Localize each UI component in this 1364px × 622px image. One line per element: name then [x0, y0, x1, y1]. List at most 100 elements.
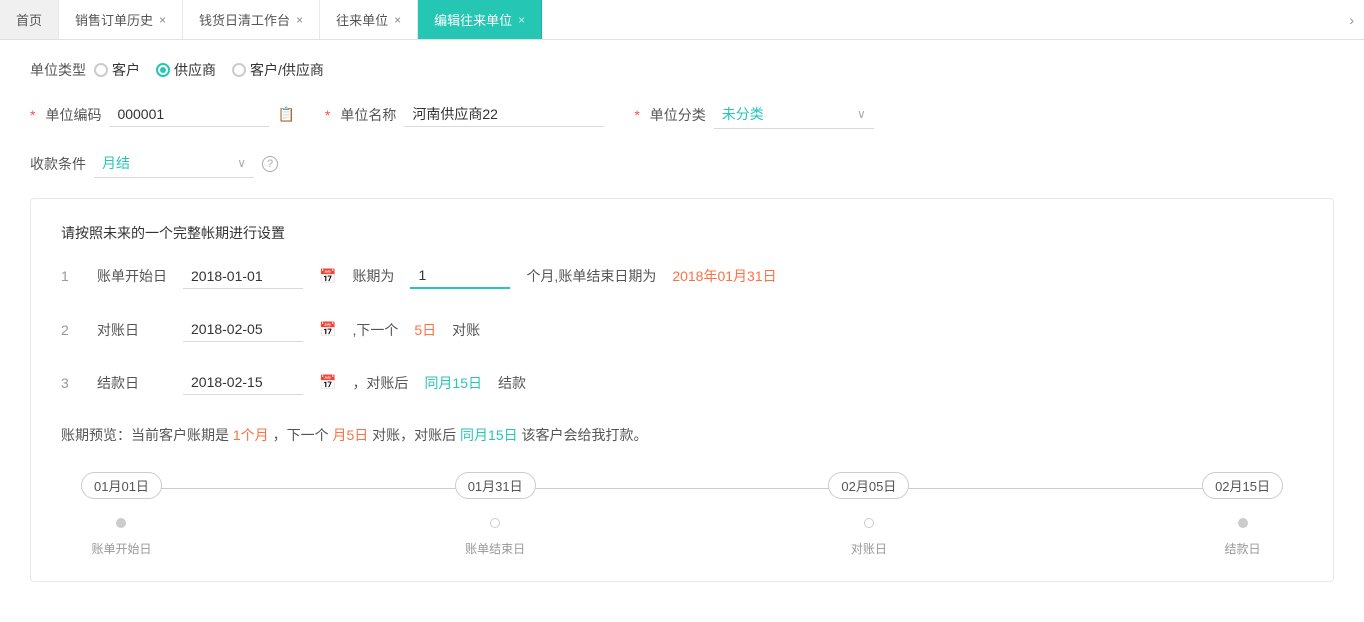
- preview-part3: 同月15日: [460, 427, 518, 443]
- unit-type-label: 单位类型: [30, 60, 86, 80]
- period-input[interactable]: [410, 263, 510, 289]
- tab-bar: 首页 销售订单历史 × 钱货日清工作台 × 往来单位 × 编辑往来单位 × ›: [0, 0, 1364, 40]
- suffix-text-1: 账期为: [352, 266, 394, 286]
- unit-category-value: 未分类: [722, 104, 853, 124]
- tab-cash-ledger[interactable]: 钱货日清工作台 ×: [183, 0, 320, 39]
- timeline-point-3: 02月05日 对账日: [828, 472, 909, 557]
- preview-part2: 月5日: [332, 427, 368, 443]
- radio-supplier-label: 供应商: [174, 60, 216, 80]
- unit-code-star: *: [30, 107, 35, 123]
- timeline-badge-3: 02月05日: [828, 472, 909, 499]
- timeline-label-2: 账单结束日: [465, 540, 525, 557]
- timeline-label-3: 对账日: [851, 540, 887, 557]
- period-end-date: 2018年01月31日: [672, 266, 776, 286]
- timeline-points: 01月01日 账单开始日 01月31日 账单结束日 02月05日 对账日 02月…: [81, 472, 1283, 557]
- tab-sales-history[interactable]: 销售订单历史 ×: [59, 0, 183, 39]
- unit-info-row: * 单位编码 📋 * 单位名称 * 单位分类 未分类 ∨: [30, 100, 1334, 129]
- unit-name-input[interactable]: [404, 102, 604, 127]
- row2-highlight: 5日: [414, 320, 436, 340]
- radio-both-label: 客户/供应商: [250, 60, 324, 80]
- tab-cash-ledger-label: 钱货日清工作台: [199, 10, 290, 29]
- settings-title: 请按照未来的一个完整帐期进行设置: [61, 223, 1303, 243]
- unit-code-group: * 单位编码 📋: [30, 102, 295, 127]
- setting-name-2: 对账日: [97, 320, 167, 340]
- timeline-badge-2: 01月31日: [455, 472, 536, 499]
- unit-name-label: 单位名称: [340, 105, 396, 125]
- radio-both-circle: [232, 63, 246, 77]
- radio-customer[interactable]: 客户: [94, 60, 140, 80]
- payment-terms-value: 月结: [102, 153, 233, 173]
- preview-label: 账期预览：当前客户账期是: [61, 427, 229, 443]
- tab-partners[interactable]: 往来单位 ×: [320, 0, 418, 39]
- timeline-dot-3: [864, 518, 874, 528]
- radio-group: 客户 供应商 客户/供应商: [94, 60, 324, 80]
- row3-highlight: 同月15日: [424, 373, 482, 393]
- radio-both[interactable]: 客户/供应商: [232, 60, 324, 80]
- settings-box: 请按照未来的一个完整帐期进行设置 1 账单开始日 📅 账期为 个月,账单结束日期…: [30, 198, 1334, 582]
- date-icon-3[interactable]: 📅: [319, 374, 336, 391]
- tab-home-label: 首页: [16, 10, 42, 29]
- payment-terms-arrow: ∨: [237, 156, 246, 170]
- tab-sales-history-close[interactable]: ×: [159, 13, 166, 27]
- unit-category-star: *: [634, 107, 639, 123]
- setting-index-1: 1: [61, 268, 81, 284]
- setting-index-2: 2: [61, 322, 81, 338]
- setting-row-3: 3 结款日 📅 ，对账后 同月15日 结款: [61, 370, 1303, 395]
- unit-category-label: 单位分类: [650, 105, 706, 125]
- tab-edit-partner-label: 编辑往来单位: [434, 10, 512, 29]
- preview-sep2: 对账，对账后: [372, 427, 456, 443]
- date-input-3[interactable]: [183, 370, 303, 395]
- timeline-dot-4: [1238, 518, 1248, 528]
- radio-supplier[interactable]: 供应商: [156, 60, 216, 80]
- timeline-badge-4: 02月15日: [1202, 472, 1283, 499]
- row3-prefix: ，对账后: [352, 373, 408, 393]
- date-input-2[interactable]: [183, 317, 303, 342]
- payment-terms-group: 收款条件 月结 ∨ ?: [30, 149, 278, 178]
- unit-name-group: * 单位名称: [325, 102, 604, 127]
- tab-partners-label: 往来单位: [336, 10, 388, 29]
- tab-partners-close[interactable]: ×: [394, 13, 401, 27]
- setting-name-1: 账单开始日: [97, 266, 167, 286]
- payment-terms-label: 收款条件: [30, 154, 86, 174]
- setting-index-3: 3: [61, 375, 81, 391]
- row2-prefix: ,下一个: [352, 320, 398, 340]
- setting-name-3: 结款日: [97, 373, 167, 393]
- timeline-point-2: 01月31日 账单结束日: [455, 472, 536, 557]
- unit-category-select[interactable]: 未分类 ∨: [714, 100, 874, 129]
- date-icon-1[interactable]: 📅: [319, 268, 336, 285]
- preview-text: 账期预览：当前客户账期是 1个月 ，下一个 月5日 对账，对账后 同月15日 该…: [61, 423, 1303, 448]
- timeline-label-1: 账单开始日: [91, 540, 151, 557]
- setting-row-1: 1 账单开始日 📅 账期为 个月,账单结束日期为 2018年01月31日: [61, 263, 1303, 289]
- timeline: 01月01日 账单开始日 01月31日 账单结束日 02月05日 对账日 02月…: [61, 472, 1303, 557]
- unit-code-label: 单位编码: [45, 105, 101, 125]
- tab-edit-partner[interactable]: 编辑往来单位 ×: [418, 0, 542, 39]
- radio-customer-label: 客户: [112, 60, 140, 80]
- date-input-1[interactable]: [183, 264, 303, 289]
- payment-terms-help[interactable]: ?: [262, 156, 278, 172]
- setting-row-2: 2 对账日 📅 ,下一个 5日 对账: [61, 317, 1303, 342]
- date-icon-2[interactable]: 📅: [319, 321, 336, 338]
- timeline-point-4: 02月15日 结款日: [1202, 472, 1283, 557]
- period-unit-1: 个月,账单结束日期为: [526, 266, 656, 286]
- tab-home[interactable]: 首页: [0, 0, 59, 39]
- unit-name-star: *: [325, 107, 330, 123]
- preview-part1: 1个月: [233, 427, 269, 443]
- payment-terms-row: 收款条件 月结 ∨ ?: [30, 149, 1334, 178]
- timeline-badge-1: 01月01日: [81, 472, 162, 499]
- unit-type-row: 单位类型 客户 供应商 客户/供应商: [30, 60, 1334, 80]
- timeline-label-4: 结款日: [1225, 540, 1261, 557]
- main-content: 单位类型 客户 供应商 客户/供应商 * 单位编码: [0, 40, 1364, 622]
- unit-code-icon[interactable]: 📋: [277, 106, 294, 123]
- tab-nav-arrow[interactable]: ›: [1339, 0, 1364, 39]
- unit-category-arrow: ∨: [857, 107, 866, 121]
- tab-sales-history-label: 销售订单历史: [75, 10, 153, 29]
- timeline-dot-1: [116, 518, 126, 528]
- preview-suffix: 该客户会给我打款。: [522, 427, 648, 443]
- unit-code-input[interactable]: [109, 102, 269, 127]
- tab-cash-ledger-close[interactable]: ×: [296, 13, 303, 27]
- unit-category-group: * 单位分类 未分类 ∨: [634, 100, 873, 129]
- payment-terms-select[interactable]: 月结 ∨: [94, 149, 254, 178]
- tab-edit-partner-close[interactable]: ×: [518, 13, 525, 27]
- radio-customer-circle: [94, 63, 108, 77]
- timeline-point-1: 01月01日 账单开始日: [81, 472, 162, 557]
